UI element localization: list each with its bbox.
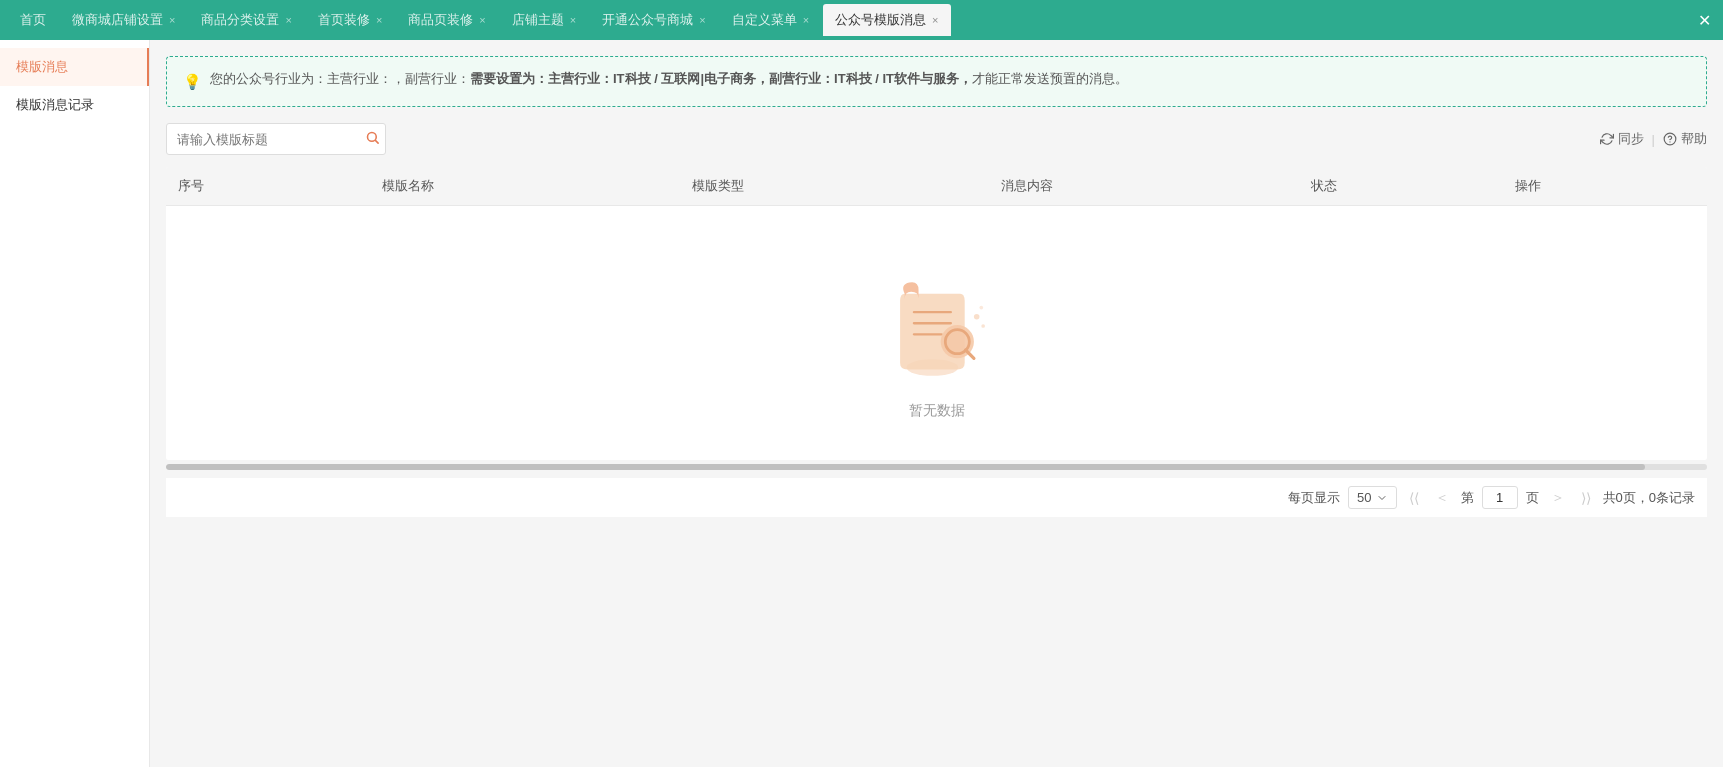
- pagination: 每页显示 50 ⟨⟨ ＜ 第 页 ＞ ⟩⟩ 共0页，0条记录: [166, 478, 1707, 517]
- col-header-type: 模版类型: [680, 167, 990, 206]
- tab-home-decor[interactable]: 首页装修 ×: [306, 4, 394, 36]
- toolbar-right: 同步 | 帮助: [1600, 130, 1707, 148]
- sidebar-item-template-msg-log[interactable]: 模版消息记录: [0, 86, 149, 124]
- tab-close-icon[interactable]: ×: [479, 15, 485, 26]
- content-area: 💡 您的公众号行业为：主营行业：，副营行业：需要设置为：主营行业：IT科技 / …: [150, 40, 1723, 767]
- tab-home[interactable]: 首页: [8, 4, 58, 36]
- scroll-thumb: [166, 464, 1645, 470]
- alert-text: 您的公众号行业为：主营行业：，副营行业：需要设置为：主营行业：IT科技 / 互联…: [210, 69, 1128, 90]
- tab-label: 首页: [20, 11, 46, 29]
- page-total-info: 共0页，0条记录: [1603, 489, 1695, 507]
- page-first-button[interactable]: ⟨⟨: [1405, 488, 1423, 508]
- page-label-pre: 第: [1461, 489, 1474, 507]
- page-label-suf: 页: [1526, 489, 1539, 507]
- top-nav: 首页微商城店铺设置×商品分类设置×首页装修×商品页装修×店铺主题×开通公众号商城…: [0, 0, 1723, 40]
- col-header-index: 序号: [166, 167, 370, 206]
- chevron-down-icon: [1376, 492, 1388, 504]
- tab-label: 店铺主题: [512, 11, 564, 29]
- search-input-wrap: [166, 123, 386, 155]
- tab-label: 微商城店铺设置: [72, 11, 163, 29]
- tab-close-icon[interactable]: ×: [699, 15, 705, 26]
- main-layout: 模版消息模版消息记录 💡 您的公众号行业为：主营行业：，副营行业：需要设置为：主…: [0, 40, 1723, 767]
- tab-close-icon[interactable]: ×: [285, 15, 291, 26]
- tab-close-icon[interactable]: ×: [932, 15, 938, 26]
- col-header-status: 状态: [1299, 167, 1503, 206]
- tab-label: 商品分类设置: [201, 11, 279, 29]
- tab-open-mall[interactable]: 开通公众号商城 ×: [590, 4, 717, 36]
- empty-text: 暂无数据: [909, 402, 965, 420]
- page-prev-button[interactable]: ＜: [1431, 487, 1453, 509]
- svg-point-11: [973, 314, 979, 320]
- help-button[interactable]: 帮助: [1663, 130, 1707, 148]
- tab-product-category[interactable]: 商品分类设置 ×: [189, 4, 303, 36]
- tab-label: 首页装修: [318, 11, 370, 29]
- empty-state: 暂无数据: [166, 206, 1707, 460]
- close-all-button[interactable]: ✕: [1698, 11, 1711, 30]
- svg-point-13: [979, 306, 983, 310]
- page-number-input[interactable]: [1482, 486, 1518, 509]
- alert-icon: 💡: [183, 70, 202, 94]
- tab-close-icon[interactable]: ×: [169, 15, 175, 26]
- page-size-label: 每页显示: [1288, 489, 1340, 507]
- search-bar: 同步 | 帮助: [166, 123, 1707, 155]
- tab-template-msg[interactable]: 公众号模版消息 ×: [823, 4, 950, 36]
- tab-product-decor[interactable]: 商品页装修 ×: [396, 4, 497, 36]
- toolbar-divider: |: [1652, 132, 1655, 147]
- tab-wshop-settings[interactable]: 微商城店铺设置 ×: [60, 4, 187, 36]
- svg-point-12: [981, 324, 985, 328]
- horizontal-scrollbar[interactable]: [166, 464, 1707, 470]
- tab-shop-theme[interactable]: 店铺主题 ×: [500, 4, 588, 36]
- sidebar: 模版消息模版消息记录: [0, 40, 150, 767]
- col-header-name: 模版名称: [370, 167, 680, 206]
- col-header-content: 消息内容: [989, 167, 1299, 206]
- empty-illustration: [877, 266, 997, 386]
- page-next-button[interactable]: ＞: [1547, 487, 1569, 509]
- table-header: 序号模版名称模版类型消息内容状态操作: [166, 167, 1707, 206]
- search-input[interactable]: [167, 126, 355, 153]
- tab-label: 自定义菜单: [732, 11, 797, 29]
- sync-button[interactable]: 同步: [1600, 130, 1644, 148]
- tab-label: 公众号模版消息: [835, 11, 926, 29]
- col-header-action: 操作: [1503, 167, 1707, 206]
- tab-close-icon[interactable]: ×: [803, 15, 809, 26]
- tab-label: 开通公众号商城: [602, 11, 693, 29]
- svg-line-1: [375, 140, 378, 143]
- tab-close-icon[interactable]: ×: [376, 15, 382, 26]
- tab-close-icon[interactable]: ×: [570, 15, 576, 26]
- tab-custom-menu[interactable]: 自定义菜单 ×: [720, 4, 821, 36]
- page-last-button[interactable]: ⟩⟩: [1577, 488, 1595, 508]
- page-size-select[interactable]: 50: [1348, 486, 1396, 509]
- tab-label: 商品页装修: [408, 11, 473, 29]
- sidebar-item-template-msg[interactable]: 模版消息: [0, 48, 149, 86]
- alert-banner: 💡 您的公众号行业为：主营行业：，副营行业：需要设置为：主营行业：IT科技 / …: [166, 56, 1707, 107]
- search-button[interactable]: [355, 124, 386, 154]
- data-table: 序号模版名称模版类型消息内容状态操作: [166, 167, 1707, 460]
